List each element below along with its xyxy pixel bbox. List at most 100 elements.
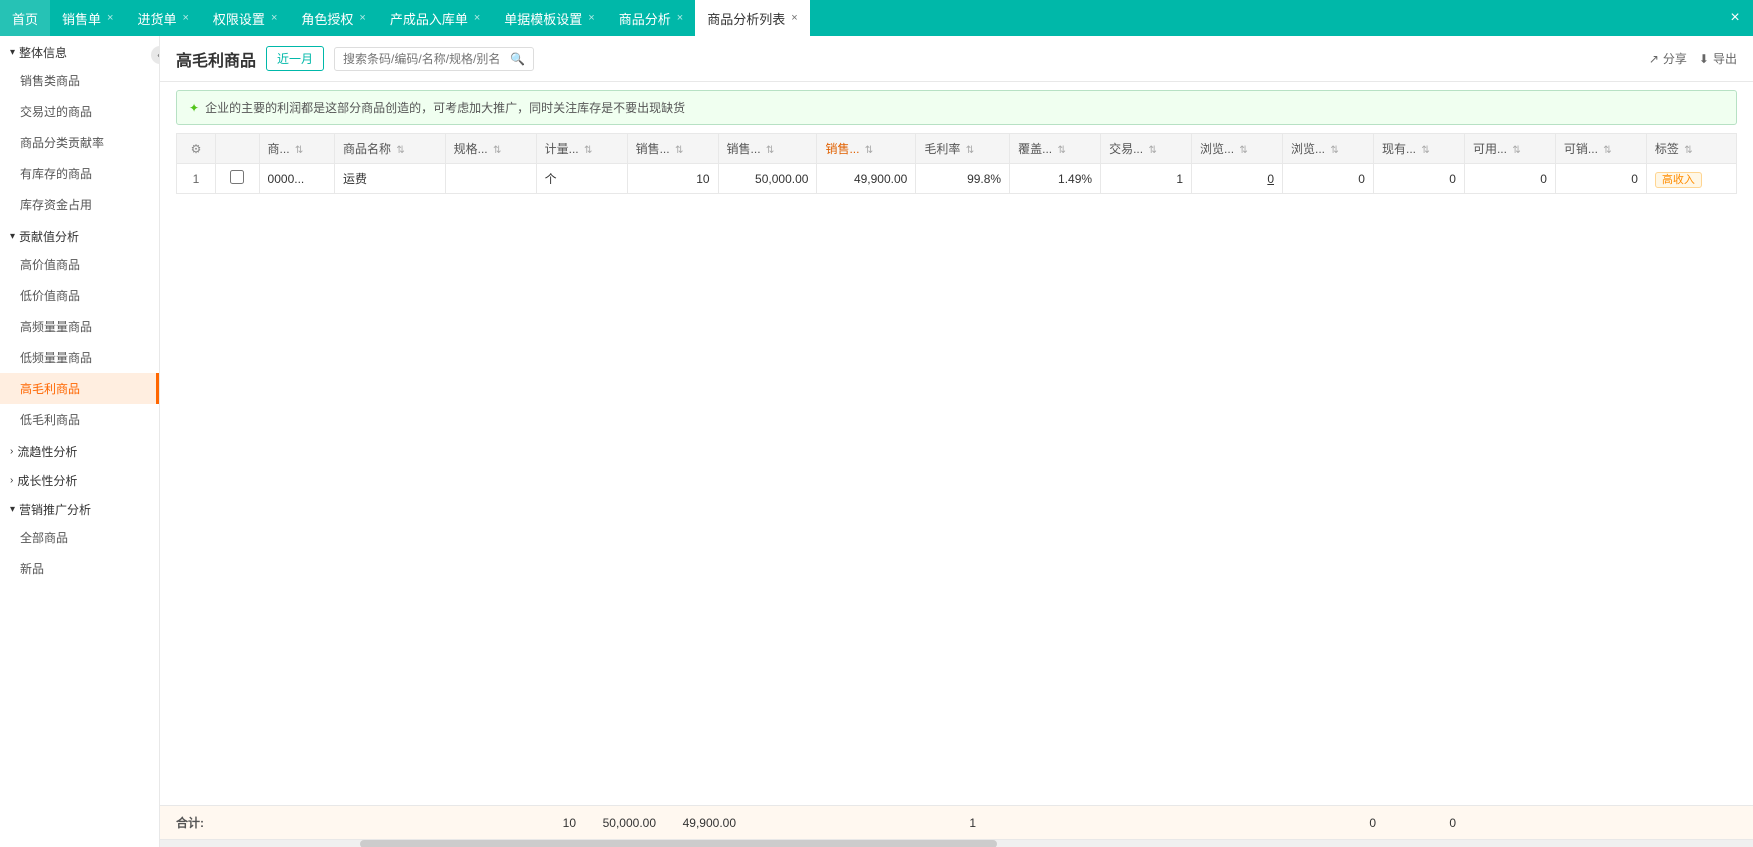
cell-coverage: 1.49% — [1010, 164, 1101, 194]
sort-icon-name: ⇅ — [396, 145, 404, 156]
sidebar-group-wealth-analysis[interactable]: ▾ 贡献值分析 — [0, 220, 159, 249]
col-gross-margin[interactable]: 毛利率 ⇅ — [916, 134, 1010, 164]
share-button[interactable]: ↗ 分享 — [1649, 50, 1687, 67]
col-browse1[interactable]: 浏览... ⇅ — [1192, 134, 1283, 164]
sort-icon-transactions: ⇅ — [1148, 145, 1156, 156]
cell-browse1[interactable]: 0 — [1192, 164, 1283, 194]
cell-unit: 个 — [536, 164, 627, 194]
sidebar-item-traded-goods[interactable]: 交易过的商品 — [0, 96, 159, 127]
sidebar-group-overall-info[interactable]: ▾ 整体信息 — [0, 36, 159, 65]
sidebar-item-inventory-capital[interactable]: 库存资金占用 — [0, 189, 159, 220]
sidebar-item-low-freq-goods[interactable]: 低频量量商品 — [0, 342, 159, 373]
sidebar-item-new-goods[interactable]: 新品 — [0, 553, 159, 584]
col-checkbox — [216, 134, 260, 164]
tab-product-analysis-list[interactable]: 商品分析列表 × — [695, 0, 809, 36]
sidebar-item-goods-contribution[interactable]: 商品分类贡献率 — [0, 127, 159, 158]
col-sellable-stock[interactable]: 可销... ⇅ — [1555, 134, 1646, 164]
tab-purchase-order[interactable]: 进货单 × — [125, 0, 200, 36]
col-sales-qty[interactable]: 销售... ⇅ — [627, 134, 718, 164]
info-banner: ✦ 企业的主要的利润都是这部分商品创造的，可考虑加大推广，同时关注库存是不要出现… — [176, 90, 1737, 125]
horizontal-scrollbar[interactable] — [160, 839, 1753, 847]
cell-spec — [445, 164, 536, 194]
sidebar-item-sales-goods[interactable]: 销售类商品 — [0, 65, 159, 96]
col-settings[interactable]: ⚙ — [177, 134, 216, 164]
sidebar-group-trend-analysis[interactable]: › 流趋性分析 — [0, 435, 159, 464]
close-product-analysis-list-icon[interactable]: × — [791, 12, 797, 24]
table-row: 1 0000... 运费 — [177, 164, 1737, 194]
sidebar-item-stocked-goods[interactable]: 有库存的商品 — [0, 158, 159, 189]
row-checkbox-cell — [216, 164, 260, 194]
filter-month-button[interactable]: 近一月 — [266, 46, 324, 71]
col-coverage[interactable]: 覆盖... ⇅ — [1010, 134, 1101, 164]
tag-badge: 高收入 — [1655, 172, 1702, 188]
col-name[interactable]: 商品名称 ⇅ — [335, 134, 446, 164]
col-sales-amount[interactable]: 销售... ⇅ — [718, 134, 817, 164]
footer-label: 合计: — [176, 814, 204, 831]
tab-sales-order[interactable]: 销售单 × — [50, 0, 125, 36]
col-sales-profit[interactable]: 销售... ⇅ — [817, 134, 916, 164]
col-browse2[interactable]: 浏览... ⇅ — [1283, 134, 1374, 164]
cell-browse2: 0 — [1283, 164, 1374, 194]
page-title: 高毛利商品 — [176, 47, 256, 71]
tab-product-analysis[interactable]: 商品分析 × — [607, 0, 695, 36]
cell-sales-profit: 49,900.00 — [817, 164, 916, 194]
close-order-template-icon[interactable]: × — [588, 12, 594, 24]
search-input[interactable] — [343, 52, 506, 66]
col-spec[interactable]: 规格... ⇅ — [445, 134, 536, 164]
close-product-inbound-icon[interactable]: × — [474, 12, 480, 24]
cell-sellable-stock: 0 — [1555, 164, 1646, 194]
sidebar-item-high-value-goods[interactable]: 高价值商品 — [0, 249, 159, 280]
row-checkbox[interactable] — [230, 170, 244, 184]
tab-product-inbound[interactable]: 产成品入库单 × — [378, 0, 492, 36]
search-container: 🔍 — [334, 47, 534, 71]
share-icon: ↗ — [1649, 52, 1659, 66]
cell-sales-amount: 50,000.00 — [718, 164, 817, 194]
row-number: 1 — [177, 164, 216, 194]
footer-sellable-stock: 0 — [1384, 816, 1464, 830]
export-icon: ⬇ — [1699, 52, 1709, 66]
cell-available-stock: 0 — [1464, 164, 1555, 194]
sort-icon-gross-margin: ⇅ — [966, 145, 974, 156]
cell-transactions: 1 — [1101, 164, 1192, 194]
content-area: 高毛利商品 近一月 🔍 ↗ 分享 ⬇ 导出 — [160, 36, 1753, 847]
sort-icon-sales-qty: ⇅ — [675, 145, 683, 156]
table-wrapper: ⚙ 商... ⇅ 商品名称 ⇅ 规格... — [160, 133, 1753, 805]
export-button[interactable]: ⬇ 导出 — [1699, 50, 1737, 67]
sort-icon-sellable-stock: ⇅ — [1603, 145, 1611, 156]
col-available-stock[interactable]: 可用... ⇅ — [1464, 134, 1555, 164]
sidebar-item-low-value-goods[interactable]: 低价值商品 — [0, 280, 159, 311]
table-header-row: ⚙ 商... ⇅ 商品名称 ⇅ 规格... — [177, 134, 1737, 164]
chevron-right-icon: › — [10, 446, 13, 457]
sidebar-item-low-margin-goods[interactable]: 低毛利商品 — [0, 404, 159, 435]
col-transactions[interactable]: 交易... ⇅ — [1101, 134, 1192, 164]
chevron-right-icon-2: › — [10, 475, 13, 486]
tab-permission-settings[interactable]: 权限设置 × — [201, 0, 289, 36]
tab-role-permission[interactable]: 角色授权 × — [289, 0, 377, 36]
sort-icon-available-stock: ⇅ — [1512, 145, 1520, 156]
close-purchase-order-icon[interactable]: × — [182, 12, 188, 24]
window-close-button[interactable]: × — [1717, 0, 1753, 36]
col-code[interactable]: 商... ⇅ — [259, 134, 334, 164]
sidebar: « ▾ 整体信息 销售类商品 交易过的商品 商品分类贡献率 有库存的商品 库存资… — [0, 36, 160, 847]
chevron-down-icon: ▾ — [10, 47, 15, 58]
sidebar-item-high-margin-goods[interactable]: 高毛利商品 — [0, 373, 159, 404]
tab-home[interactable]: 首页 — [0, 0, 50, 36]
search-icon[interactable]: 🔍 — [510, 52, 525, 66]
close-product-analysis-icon[interactable]: × — [677, 12, 683, 24]
close-sales-order-icon[interactable]: × — [107, 12, 113, 24]
col-tag[interactable]: 标签 ⇅ — [1646, 134, 1736, 164]
tab-order-template[interactable]: 单据模板设置 × — [492, 0, 606, 36]
sidebar-group-marketing-analysis[interactable]: ▾ 营销推广分析 — [0, 493, 159, 522]
sidebar-group-growth-analysis[interactable]: › 成长性分析 — [0, 464, 159, 493]
sort-icon-browse1: ⇅ — [1239, 145, 1247, 156]
header-actions: ↗ 分享 ⬇ 导出 — [1649, 50, 1737, 67]
close-permission-settings-icon[interactable]: × — [271, 12, 277, 24]
sort-icon-spec: ⇅ — [493, 145, 501, 156]
sidebar-item-high-freq-goods[interactable]: 高频量量商品 — [0, 311, 159, 342]
scrollbar-thumb[interactable] — [360, 840, 997, 847]
sort-icon-unit: ⇅ — [584, 145, 592, 156]
col-unit[interactable]: 计量... ⇅ — [536, 134, 627, 164]
col-current-stock[interactable]: 现有... ⇅ — [1373, 134, 1464, 164]
sidebar-item-all-goods[interactable]: 全部商品 — [0, 522, 159, 553]
close-role-permission-icon[interactable]: × — [359, 12, 365, 24]
